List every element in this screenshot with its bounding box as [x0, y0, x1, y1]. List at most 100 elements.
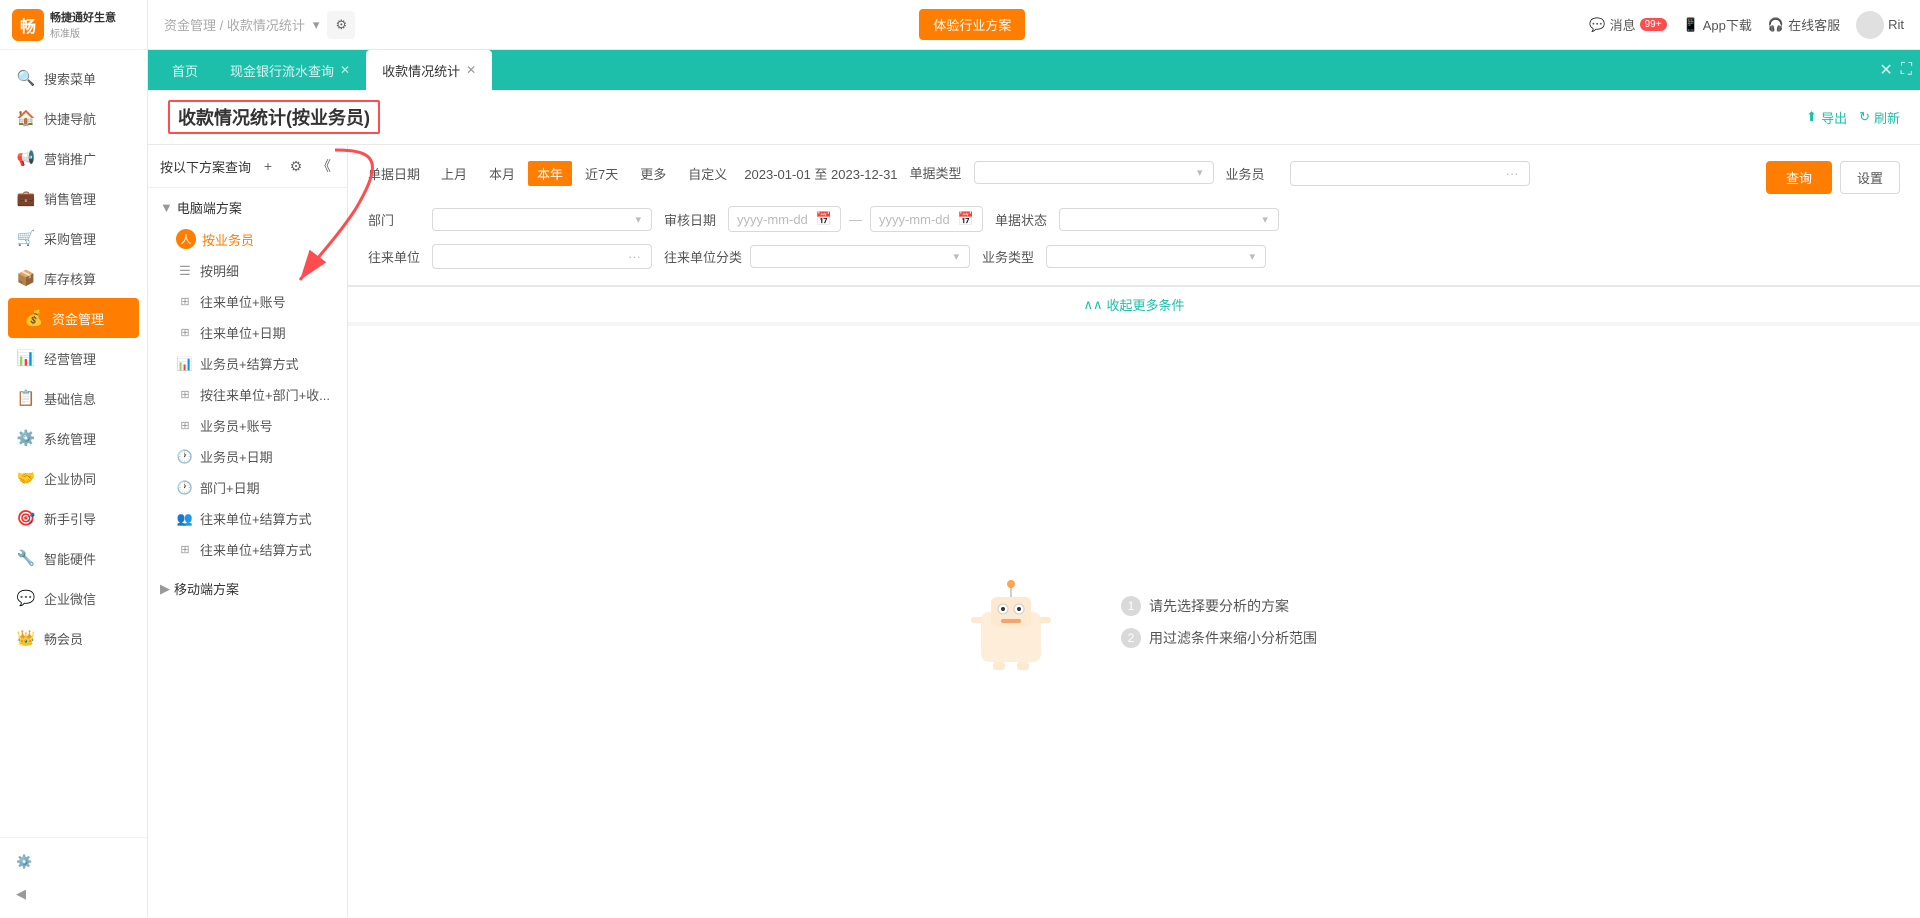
date-tab-more[interactable]: 更多 [631, 161, 675, 186]
dept-dropdown-icon: ▾ [635, 213, 641, 226]
logo-name: 畅捷通好生意 [50, 9, 116, 25]
refresh-btn[interactable]: ↻ 刷新 [1859, 108, 1900, 127]
tab-bank-flow[interactable]: 现金银行流水查询 ✕ [214, 50, 366, 90]
sidebar-item-system[interactable]: ⚙️ 系统管理 [0, 418, 147, 458]
scheme-item-counterparty-date[interactable]: ⊞ 往来单位+日期 [148, 317, 347, 348]
export-btn[interactable]: ⬆ 导出 [1806, 108, 1847, 127]
add-scheme-btn[interactable]: + [257, 155, 279, 177]
scheme-item-label: 往来单位+结算方式 [200, 509, 312, 528]
counterparty-label: 往来单位 [368, 247, 424, 266]
doc-type-select[interactable]: ▾ [974, 161, 1214, 184]
sidebar-item-label: 搜索菜单 [44, 69, 96, 88]
scheme-item-label: 往来单位+结算方式 [200, 540, 312, 559]
sidebar-item-inventory[interactable]: 📦 库存核算 [0, 258, 147, 298]
download-icon: 📱 [1683, 17, 1699, 33]
review-date-label: 审核日期 [664, 210, 720, 229]
dept-select[interactable]: ▾ [432, 208, 652, 231]
message-btn[interactable]: 💬 消息 99+ [1589, 15, 1666, 34]
counterparty-more-btn[interactable]: ··· [628, 249, 641, 264]
inventory-icon: 📦 [16, 268, 36, 288]
scheme-section-mobile-header[interactable]: ▶ 移动端方案 [148, 573, 347, 604]
tab-collection-stats-close[interactable]: ✕ [466, 63, 476, 77]
chevron-down-icon: ▼ [160, 200, 173, 215]
scheme-item-counterparty-settle2[interactable]: ⊞ 往来单位+结算方式 [148, 534, 347, 565]
section-desktop-label: 电脑端方案 [177, 198, 242, 217]
sidebar-collapse-btn[interactable]: ◀ [0, 878, 147, 910]
scheme-item-detail[interactable]: ☰ 按明细 [148, 255, 347, 286]
sidebar-item-sales[interactable]: 💼 销售管理 [0, 178, 147, 218]
sidebar-item-wechat[interactable]: 💬 企业微信 [0, 578, 147, 618]
scheme-item-label: 业务员+日期 [200, 447, 273, 466]
scheme-item-salesperson-settle[interactable]: 📊 业务员+结算方式 [148, 348, 347, 379]
counterparty-select[interactable]: ··· [432, 244, 652, 269]
sidebar-item-operations[interactable]: 📊 经营管理 [0, 338, 147, 378]
enterprise-icon: 🤝 [16, 468, 36, 488]
salesperson-select[interactable]: ··· [1290, 161, 1530, 186]
sidebar-item-label: 采购管理 [44, 229, 96, 248]
sidebar-item-purchase[interactable]: 🛒 采购管理 [0, 218, 147, 258]
scheme-item-salesperson-date[interactable]: 🕐 业务员+日期 [148, 441, 347, 472]
topbar-gear-btn[interactable]: ⚙ [327, 11, 355, 39]
date-tab-custom[interactable]: 自定义 [679, 161, 736, 186]
tab-maximize-btn[interactable]: ⛶ [1901, 61, 1912, 79]
doc-status-select[interactable]: ▾ [1059, 208, 1279, 231]
online-service-btn[interactable]: 🎧 在线客服 [1768, 15, 1840, 34]
sidebar-item-quick-nav[interactable]: 🏠 快捷导航 [0, 98, 147, 138]
counterparty-type-select[interactable]: ▾ [750, 245, 970, 268]
sidebar-item-member[interactable]: 👑 畅会员 [0, 618, 147, 658]
tab-bank-flow-close[interactable]: ✕ [340, 63, 350, 77]
empty-tips: 1 请先选择要分析的方案 2 用过滤条件来缩小分析范围 [1121, 596, 1317, 648]
user-name: Rit [1888, 17, 1904, 32]
filter-area: 单据日期 上月 本月 本年 近7天 更多 自定义 2023-01-01 至 20… [348, 145, 1920, 286]
scheme-item-counterparty-settle1[interactable]: 👥 往来单位+结算方式 [148, 503, 347, 534]
tab-collection-stats[interactable]: 收款情况统计 ✕ [366, 50, 492, 90]
collapse-more-btn[interactable]: ∧∧ 收起更多条件 [348, 286, 1920, 322]
biz-type-select[interactable]: ▾ [1046, 245, 1266, 268]
collapse-panel-btn[interactable]: 《 [313, 155, 335, 177]
tab-close-all-btn[interactable]: ✕ [1879, 60, 1892, 80]
scheme-settings-btn[interactable]: ⚙ [285, 155, 307, 177]
date-tab-this-year[interactable]: 本年 [528, 161, 572, 186]
scheme-item-dept-date[interactable]: 🕐 部门+日期 [148, 472, 347, 503]
scheme-item-label: 往来单位+账号 [200, 292, 286, 311]
sidebar-item-basic-info[interactable]: 📋 基础信息 [0, 378, 147, 418]
sales-icon: 💼 [16, 188, 36, 208]
user-avatar-btn[interactable]: Rit [1856, 11, 1904, 39]
topbar-right: 💬 消息 99+ 📱 App下载 🎧 在线客服 Rit [1589, 11, 1904, 39]
scheme-item-counterparty-account[interactable]: ⊞ 往来单位+账号 [148, 286, 347, 317]
sidebar-item-enterprise[interactable]: 🤝 企业协同 [0, 458, 147, 498]
review-date-end[interactable]: yyyy-mm-dd 📅 [870, 206, 983, 232]
date-tab-this-month[interactable]: 本月 [480, 161, 524, 186]
topbar-dropdown-icon[interactable]: ▾ [313, 17, 320, 33]
trial-btn[interactable]: 体验行业方案 [919, 9, 1025, 40]
scheme-section-desktop-header[interactable]: ▼ 电脑端方案 [148, 192, 347, 223]
empty-robot-illustration [951, 562, 1071, 682]
sidebar-settings-btn[interactable]: ⚙️ [0, 846, 147, 878]
online-service-label: 在线客服 [1788, 15, 1840, 34]
doc-status-label: 单据状态 [995, 210, 1051, 229]
date-tab-last-7days[interactable]: 近7天 [576, 161, 627, 186]
sidebar-item-finance[interactable]: 💰 资金管理 [8, 298, 139, 338]
sidebar-item-hardware[interactable]: 🔧 智能硬件 [0, 538, 147, 578]
sidebar-item-marketing[interactable]: 📢 营销推广 [0, 138, 147, 178]
tabbar: 首页 现金银行流水查询 ✕ 收款情况统计 ✕ ✕ ⛶ [148, 50, 1920, 90]
review-date-start-placeholder: yyyy-mm-dd [737, 212, 808, 227]
query-btn[interactable]: 查询 [1766, 161, 1832, 194]
date-tab-last-month[interactable]: 上月 [432, 161, 476, 186]
guide-icon: 🎯 [16, 508, 36, 528]
review-date-start[interactable]: yyyy-mm-dd 📅 [728, 206, 841, 232]
logo-text-block: 畅捷通好生意 标准版 [50, 9, 116, 40]
filter-settings-btn[interactable]: 设置 [1840, 161, 1900, 194]
app-download-btn[interactable]: 📱 App下载 [1683, 15, 1752, 34]
grid-icon3: ⊞ [176, 386, 194, 404]
scheme-item-salesperson[interactable]: 人 按业务员 [148, 223, 347, 255]
doc-type-dropdown-icon: ▾ [1197, 166, 1203, 179]
scheme-item-counterparty-dept-collect[interactable]: ⊞ 按往来单位+部门+收... [148, 379, 347, 410]
scheme-item-salesperson-account[interactable]: ⊞ 业务员+账号 [148, 410, 347, 441]
page-content: 收款情况统计(按业务员) ⬆ 导出 ↻ 刷新 按以下方案查询 + [148, 90, 1920, 918]
tab-home[interactable]: 首页 [156, 50, 214, 90]
sidebar-bottom: ⚙️ ◀ [0, 837, 147, 918]
sidebar-item-search[interactable]: 🔍 搜索菜单 [0, 58, 147, 98]
sidebar-item-guide[interactable]: 🎯 新手引导 [0, 498, 147, 538]
sidebar-item-label: 企业微信 [44, 589, 96, 608]
